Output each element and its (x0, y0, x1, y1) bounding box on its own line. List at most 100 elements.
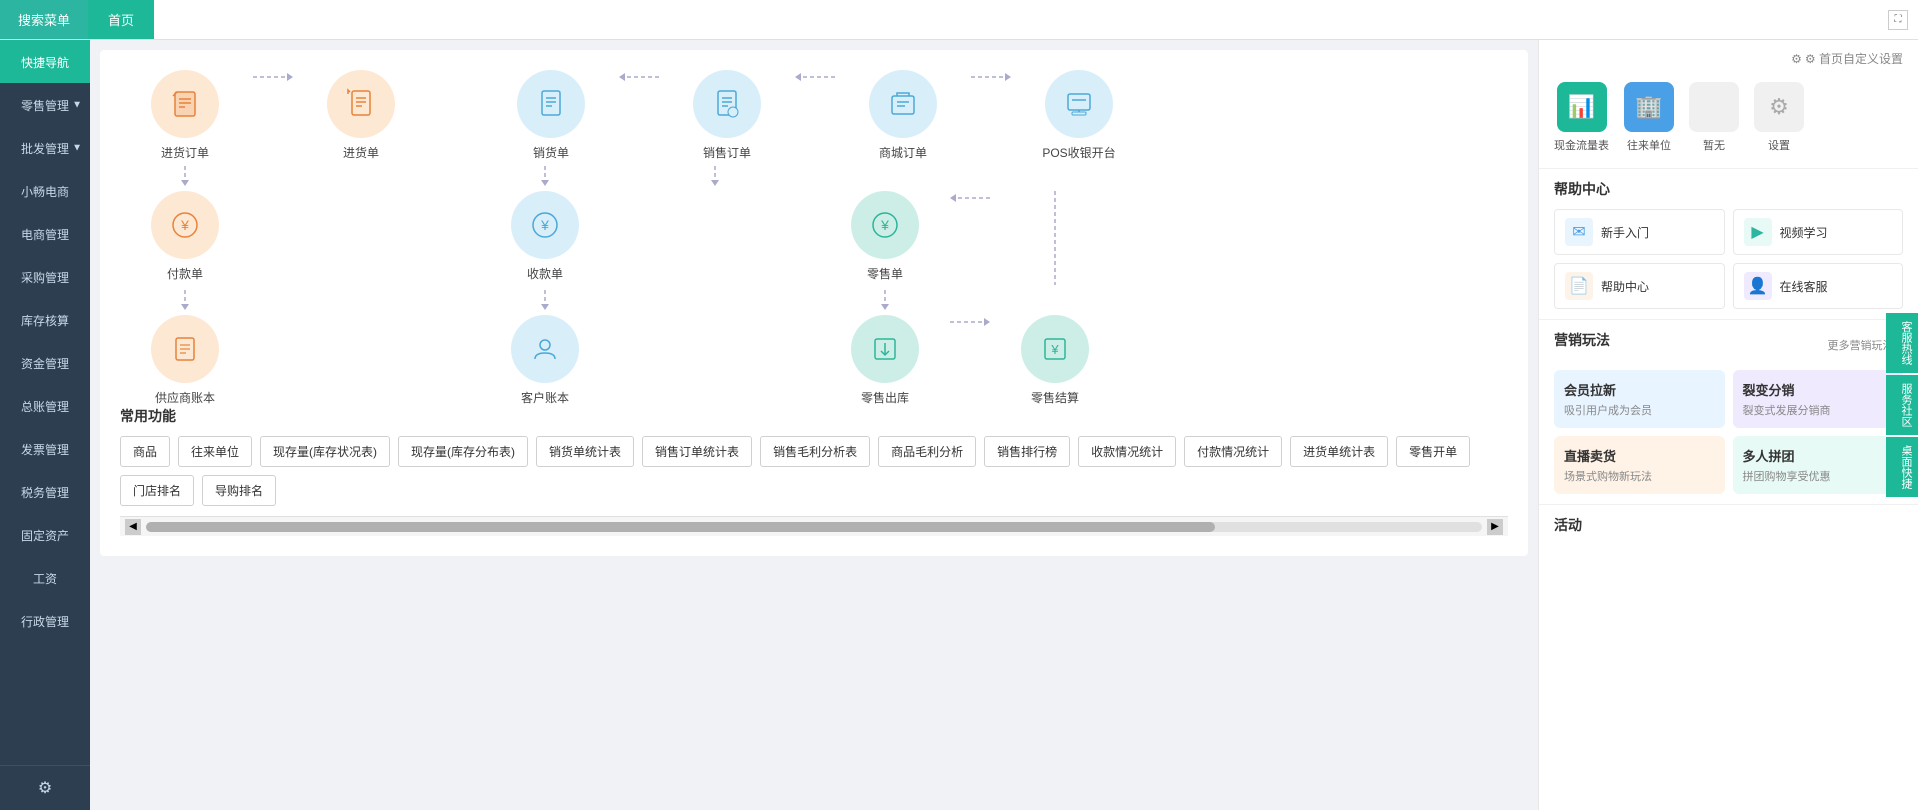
sidebar-item-inventory[interactable]: 库存核算 (0, 298, 90, 341)
node-receipt[interactable]: ¥ 收款单 (480, 191, 610, 282)
marketing-title-fission: 裂变分销 (1743, 380, 1894, 399)
activity-title: 活动 (1554, 515, 1903, 535)
sidebar-item-tax[interactable]: 税务管理 (0, 470, 90, 513)
customize-link[interactable]: ⚙ ⚙ 首页自定义设置 (1554, 50, 1903, 67)
help-label-beginner: 新手入门 (1601, 224, 1649, 241)
marketing-item-fission[interactable]: 裂变分销 裂变式发展分销商 (1733, 370, 1904, 428)
func-btn-收款情况统计[interactable]: 收款情况统计 (1078, 436, 1176, 467)
sidebar-item-ecom[interactable]: 电商管理 (0, 212, 90, 255)
arrow-right-1 (253, 70, 293, 110)
customer-account-label: 客户账本 (521, 389, 569, 406)
retail-out-label: 零售出库 (861, 389, 909, 406)
sidebar-item-wholesale[interactable]: 批发管理 ▼ (0, 126, 90, 169)
main-layout: 快捷导航 零售管理 ▼ 批发管理 ▼ 小畅电商 电商管理 采购管理 库存核算 资… (0, 40, 1918, 810)
scroll-right-btn[interactable]: ▶ (1487, 519, 1503, 535)
func-btn-销售排行榜[interactable]: 销售排行榜 (984, 436, 1070, 467)
help-item-online-service[interactable]: 👤 在线客服 (1733, 263, 1904, 309)
func-btn-导购排名[interactable]: 导购排名 (202, 475, 276, 506)
node-retail-settle[interactable]: ¥ 零售结算 (990, 315, 1120, 406)
help-item-help[interactable]: 📄 帮助中心 (1554, 263, 1725, 309)
float-btn-customer-service[interactable]: 客服热线 (1886, 313, 1918, 373)
node-retail-out[interactable]: 零售出库 (820, 315, 950, 406)
func-btn-现存量(库存分布表)[interactable]: 现存量(库存分布表) (398, 436, 528, 467)
func-buttons-grid: 商品往来单位现存量(库存状况表)现存量(库存分布表)销货单统计表销售订单统计表销… (120, 436, 1508, 506)
payment-label: 付款单 (167, 265, 203, 282)
func-btn-付款情况统计[interactable]: 付款情况统计 (1184, 436, 1282, 467)
func-btn-商品毛利分析[interactable]: 商品毛利分析 (878, 436, 976, 467)
node-mall-order[interactable]: 商城订单 (838, 70, 968, 161)
sidebar-item-quick-nav[interactable]: 快捷导航 (0, 40, 90, 83)
marketing-item-member[interactable]: 会员拉新 吸引用户成为会员 (1554, 370, 1725, 428)
flow-card: 进货订单 进货单 (100, 50, 1528, 556)
quick-icon-box-settings: ⚙ (1754, 82, 1804, 132)
content-area: 进货订单 进货单 (90, 40, 1918, 810)
node-customer-account[interactable]: 客户账本 (480, 315, 610, 406)
expand-icon[interactable]: ⛶ (1888, 10, 1908, 30)
sidebar-item-salary[interactable]: 工资 (0, 556, 90, 599)
purchase-order-label: 进货订单 (161, 144, 209, 161)
node-supplier-account[interactable]: 供应商账本 (120, 315, 250, 406)
customer-account-circle (511, 315, 579, 383)
marketing-item-group[interactable]: 多人拼团 拼团购物享受优惠 (1733, 436, 1904, 494)
sidebar-item-finance[interactable]: 资金管理 (0, 341, 90, 384)
common-functions-title: 常用功能 (120, 406, 1508, 426)
search-menu-btn[interactable]: 搜索菜单 (0, 0, 88, 39)
quick-icon-settings[interactable]: ⚙ 设置 (1754, 82, 1804, 153)
sidebar-item-invoice[interactable]: 发票管理 (0, 427, 90, 470)
marketing-item-live[interactable]: 直播卖货 场景式购物新玩法 (1554, 436, 1725, 494)
scroll-track[interactable] (146, 522, 1482, 532)
help-icon-online-service: 👤 (1744, 272, 1772, 300)
flow-diagram: 进货订单 进货单 (120, 70, 1508, 406)
scroll-thumb (146, 522, 1215, 532)
marketing-desc-live: 场景式购物新玩法 (1564, 468, 1715, 484)
retail-settle-circle: ¥ (1021, 315, 1089, 383)
retail-out-circle (851, 315, 919, 383)
node-payment[interactable]: ¥ 付款单 (120, 191, 250, 282)
sidebar-item-more[interactable]: 行政管理 (0, 599, 90, 642)
sidebar-item-fixed-assets[interactable]: 固定资产 (0, 513, 90, 556)
sales-order-label: 销售订单 (703, 144, 751, 161)
scroll-bar: ◀ ▶ (120, 516, 1508, 536)
float-btn-desktop[interactable]: 桌面快捷 (1886, 437, 1918, 497)
quick-icon-label-partners: 往来单位 (1627, 137, 1671, 153)
help-item-beginner[interactable]: ✉ 新手入门 (1554, 209, 1725, 255)
mall-order-label: 商城订单 (879, 144, 927, 161)
sidebar-item-retail[interactable]: 零售管理 ▼ (0, 83, 90, 126)
func-btn-零售开单[interactable]: 零售开单 (1396, 436, 1470, 467)
sidebar-item-general-ledger[interactable]: 总账管理 (0, 384, 90, 427)
quick-icon-box-none (1689, 82, 1739, 132)
sidebar-item-purchase[interactable]: 采购管理 (0, 255, 90, 298)
supplier-account-circle (151, 315, 219, 383)
node-sale-order[interactable]: 销货单 (486, 70, 616, 161)
func-btn-门店排名[interactable]: 门店排名 (120, 475, 194, 506)
purchase-receipt-label: 进货单 (343, 144, 379, 161)
node-purchase-receipt[interactable]: 进货单 (296, 70, 426, 161)
purchase-order-circle (151, 70, 219, 138)
help-icon-beginner: ✉ (1565, 218, 1593, 246)
pos-circle (1045, 70, 1113, 138)
func-btn-销货单统计表[interactable]: 销货单统计表 (536, 436, 634, 467)
node-pos[interactable]: POS收银开台 (1014, 70, 1144, 161)
help-item-video[interactable]: ▶ 视频学习 (1733, 209, 1904, 255)
func-btn-现存量(库存状况表)[interactable]: 现存量(库存状况表) (260, 436, 390, 467)
sidebar-item-xiaochange[interactable]: 小畅电商 (0, 169, 90, 212)
sidebar-bottom: ⚙ (0, 765, 90, 810)
marketing-title-live: 直播卖货 (1564, 446, 1715, 465)
func-btn-往来单位[interactable]: 往来单位 (178, 436, 252, 467)
quick-icon-partners[interactable]: 🏢 往来单位 (1624, 82, 1674, 153)
settings-icon[interactable]: ⚙ (0, 766, 90, 810)
tab-home[interactable]: 首页 (88, 0, 154, 39)
quick-icon-cash-flow[interactable]: 📊 现金流量表 (1554, 82, 1609, 153)
float-btn-community[interactable]: 服务社区 (1886, 375, 1918, 435)
func-btn-进货单统计表[interactable]: 进货单统计表 (1290, 436, 1388, 467)
payment-circle: ¥ (151, 191, 219, 259)
node-purchase-order[interactable]: 进货订单 (120, 70, 250, 161)
func-btn-销售毛利分析表[interactable]: 销售毛利分析表 (760, 436, 870, 467)
scroll-left-btn[interactable]: ◀ (125, 519, 141, 535)
svg-text:¥: ¥ (880, 217, 889, 233)
marketing-title-group: 多人拼团 (1743, 446, 1894, 465)
func-btn-商品[interactable]: 商品 (120, 436, 170, 467)
func-btn-销售订单统计表[interactable]: 销售订单统计表 (642, 436, 752, 467)
node-sales-order[interactable]: 销售订单 (662, 70, 792, 161)
quick-icon-none[interactable]: 暂无 (1689, 82, 1739, 153)
